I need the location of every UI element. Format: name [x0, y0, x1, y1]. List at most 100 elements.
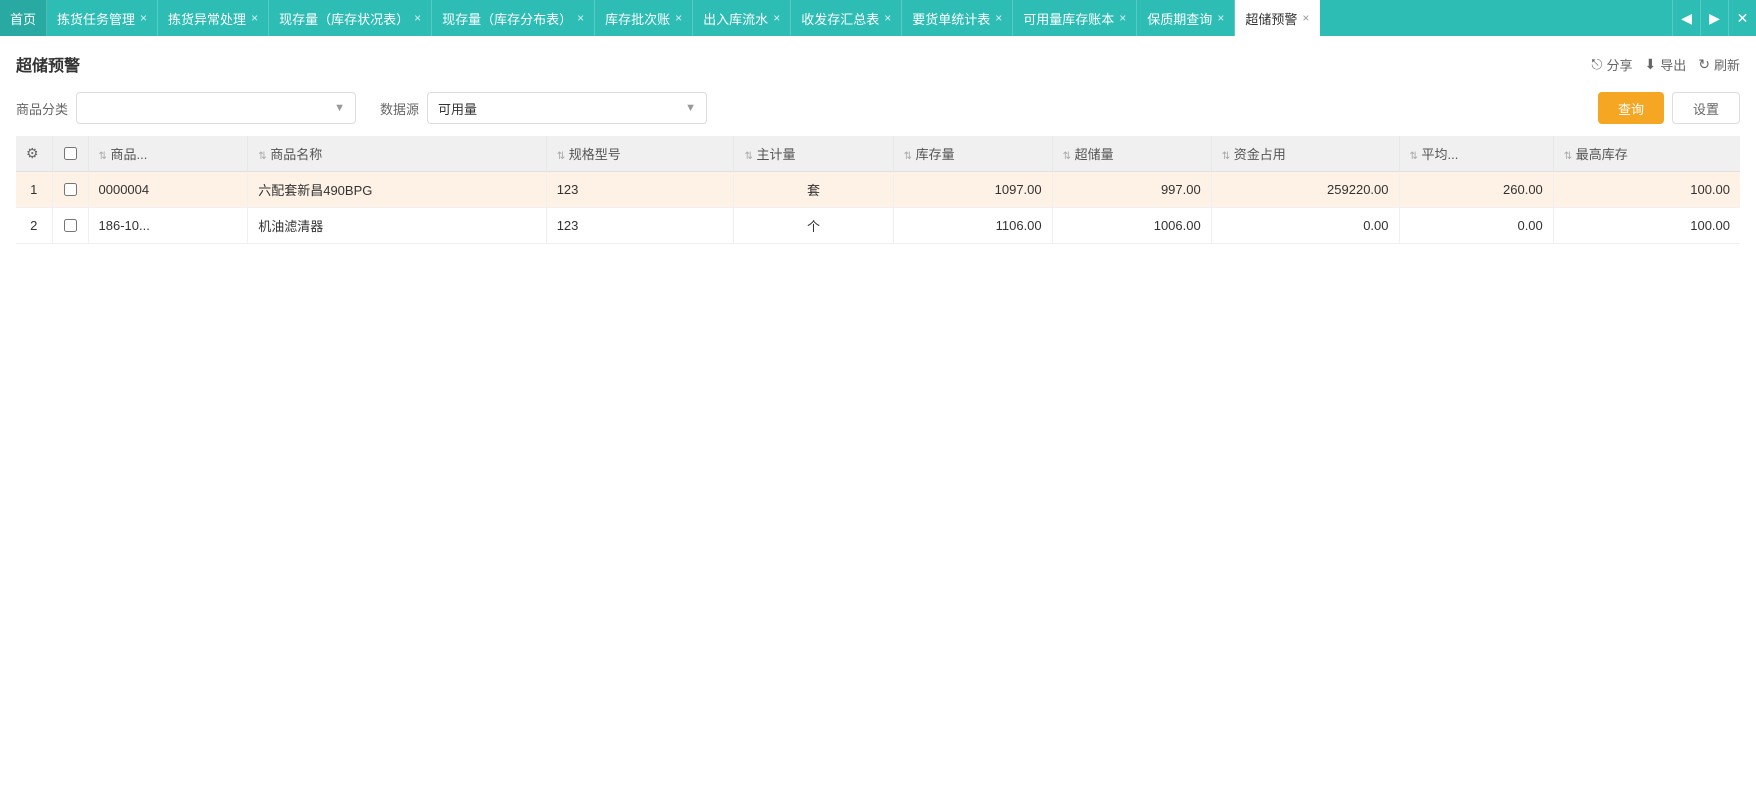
th-checkbox [52, 136, 88, 172]
filter-actions: 查询 设置 [1598, 92, 1740, 124]
nav-close-inventory-status[interactable]: × [414, 11, 421, 25]
row-avg: 260.00 [1399, 172, 1553, 208]
category-filter: 商品分类 ▼ [16, 92, 356, 124]
nav-controls: ◀ ▶ ✕ [1672, 0, 1756, 36]
export-icon: ⬇ [1645, 56, 1657, 73]
th-avg-label: 平均... [1422, 147, 1459, 162]
th-unit-label: 主计量 [757, 147, 796, 162]
nav-next-button[interactable]: ▶ [1700, 0, 1728, 36]
nav-item-order-stats[interactable]: 要货单统计表 × [902, 0, 1013, 36]
share-button[interactable]: ⎋ 分享 [1591, 55, 1632, 74]
table-body: 1 0000004 六配套新昌490BPG 123 套 1097.00 997.… [16, 172, 1740, 244]
nav-close-all-button[interactable]: ✕ [1728, 0, 1756, 36]
nav-item-inventory-status[interactable]: 现存量（库存状况表） × [269, 0, 432, 36]
datasource-select[interactable]: 可用量 ▼ [427, 92, 707, 124]
th-capital-sort-icon[interactable]: ⇅ [1222, 151, 1230, 162]
share-label: 分享 [1606, 55, 1632, 74]
datasource-filter: 数据源 可用量 ▼ [380, 92, 707, 124]
row-checkbox[interactable] [64, 183, 77, 196]
table-row: 2 186-10... 机油滤清器 123 个 1106.00 1006.00 … [16, 208, 1740, 244]
refresh-label: 刷新 [1714, 55, 1740, 74]
row-spec: 123 [546, 172, 734, 208]
nav-close-overstock-warning[interactable]: × [1302, 11, 1309, 25]
nav-close-available-ledger[interactable]: × [1119, 11, 1126, 25]
row-num: 2 [16, 208, 52, 244]
nav-item-abnormal[interactable]: 拣货异常处理 × [158, 0, 269, 36]
share-icon: ⎋ [1591, 56, 1602, 73]
th-product-name-sort-icon[interactable]: ⇅ [258, 151, 266, 162]
row-checkbox[interactable] [64, 219, 77, 232]
row-stock: 1097.00 [893, 172, 1052, 208]
page-title: 超储预警 [16, 52, 80, 76]
th-settings: ⚙ [16, 136, 52, 172]
select-all-checkbox[interactable] [64, 147, 77, 160]
category-select[interactable]: ▼ [76, 92, 356, 124]
row-avg: 0.00 [1399, 208, 1553, 244]
th-overstock-sort-icon[interactable]: ⇅ [1063, 151, 1071, 162]
row-checkbox-cell [52, 172, 88, 208]
settings-button[interactable]: 设置 [1672, 92, 1740, 124]
nav-item-task-mgmt[interactable]: 拣货任务管理 × [47, 0, 158, 36]
nav-item-inventory-dist-label: 现存量（库存分布表） [442, 9, 572, 28]
nav-close-batch[interactable]: × [675, 11, 682, 25]
th-max-stock-label: 最高库存 [1576, 147, 1628, 162]
nav-item-quality-check[interactable]: 保质期查询 × [1137, 0, 1235, 36]
nav-close-inventory-dist[interactable]: × [577, 11, 584, 25]
row-product-name: 六配套新昌490BPG [248, 172, 546, 208]
row-max-stock: 100.00 [1553, 208, 1740, 244]
row-stock: 1106.00 [893, 208, 1052, 244]
export-label: 导出 [1660, 55, 1686, 74]
nav-item-task-mgmt-label: 拣货任务管理 [57, 9, 135, 28]
row-capital: 0.00 [1211, 208, 1399, 244]
th-overstock: ⇅ 超储量 [1052, 136, 1211, 172]
th-spec: ⇅ 规格型号 [546, 136, 734, 172]
th-stock-label: 库存量 [916, 147, 955, 162]
th-avg-sort-icon[interactable]: ⇅ [1410, 151, 1418, 162]
nav-close-quality-check[interactable]: × [1217, 11, 1224, 25]
nav-item-overstock-warning[interactable]: 超储预警 × [1235, 0, 1320, 36]
nav-item-available-ledger-label: 可用量库存账本 [1023, 9, 1114, 28]
nav-close-order-stats[interactable]: × [995, 11, 1002, 25]
nav-item-quality-check-label: 保质期查询 [1147, 9, 1212, 28]
datasource-chevron-down-icon: ▼ [685, 102, 696, 114]
row-product-name: 机油滤清器 [248, 208, 546, 244]
nav-item-batch-label: 库存批次账 [605, 9, 670, 28]
nav-item-abnormal-label: 拣货异常处理 [168, 9, 246, 28]
nav-item-inout-flow[interactable]: 出入库流水 × [693, 0, 791, 36]
gear-icon[interactable]: ⚙ [26, 145, 39, 161]
row-max-stock: 100.00 [1553, 172, 1740, 208]
data-table: ⚙ ⇅ 商品... ⇅ 商品名称 ⇅ 规格型号 [16, 136, 1740, 244]
th-capital: ⇅ 资金占用 [1211, 136, 1399, 172]
th-product-name: ⇅ 商品名称 [248, 136, 546, 172]
th-unit-sort-icon[interactable]: ⇅ [744, 151, 752, 162]
nav-item-batch[interactable]: 库存批次账 × [595, 0, 693, 36]
nav-item-receive-summary-label: 收发存汇总表 [801, 9, 879, 28]
th-product-code-sort-icon[interactable]: ⇅ [99, 151, 107, 162]
row-unit: 个 [734, 208, 893, 244]
row-overstock: 997.00 [1052, 172, 1211, 208]
row-product-code: 186-10... [88, 208, 248, 244]
row-capital: 259220.00 [1211, 172, 1399, 208]
th-product-code: ⇅ 商品... [88, 136, 248, 172]
nav-item-home[interactable]: 首页 [0, 0, 47, 36]
th-stock: ⇅ 库存量 [893, 136, 1052, 172]
th-max-stock: ⇅ 最高库存 [1553, 136, 1740, 172]
row-num: 1 [16, 172, 52, 208]
th-max-stock-sort-icon[interactable]: ⇅ [1564, 151, 1572, 162]
nav-close-abnormal[interactable]: × [251, 11, 258, 25]
th-product-name-label: 商品名称 [270, 147, 322, 162]
nav-close-receive-summary[interactable]: × [884, 11, 891, 25]
th-stock-sort-icon[interactable]: ⇅ [904, 151, 912, 162]
refresh-button[interactable]: ↻ 刷新 [1698, 55, 1740, 74]
query-button[interactable]: 查询 [1598, 92, 1664, 124]
nav-item-available-ledger[interactable]: 可用量库存账本 × [1013, 0, 1137, 36]
row-spec: 123 [546, 208, 734, 244]
th-spec-sort-icon[interactable]: ⇅ [557, 151, 565, 162]
nav-close-inout-flow[interactable]: × [773, 11, 780, 25]
nav-prev-button[interactable]: ◀ [1672, 0, 1700, 36]
nav-item-receive-summary[interactable]: 收发存汇总表 × [791, 0, 902, 36]
nav-close-task-mgmt[interactable]: × [140, 11, 147, 25]
export-button[interactable]: ⬇ 导出 [1645, 55, 1687, 74]
nav-item-inventory-dist[interactable]: 现存量（库存分布表） × [432, 0, 595, 36]
row-unit: 套 [734, 172, 893, 208]
